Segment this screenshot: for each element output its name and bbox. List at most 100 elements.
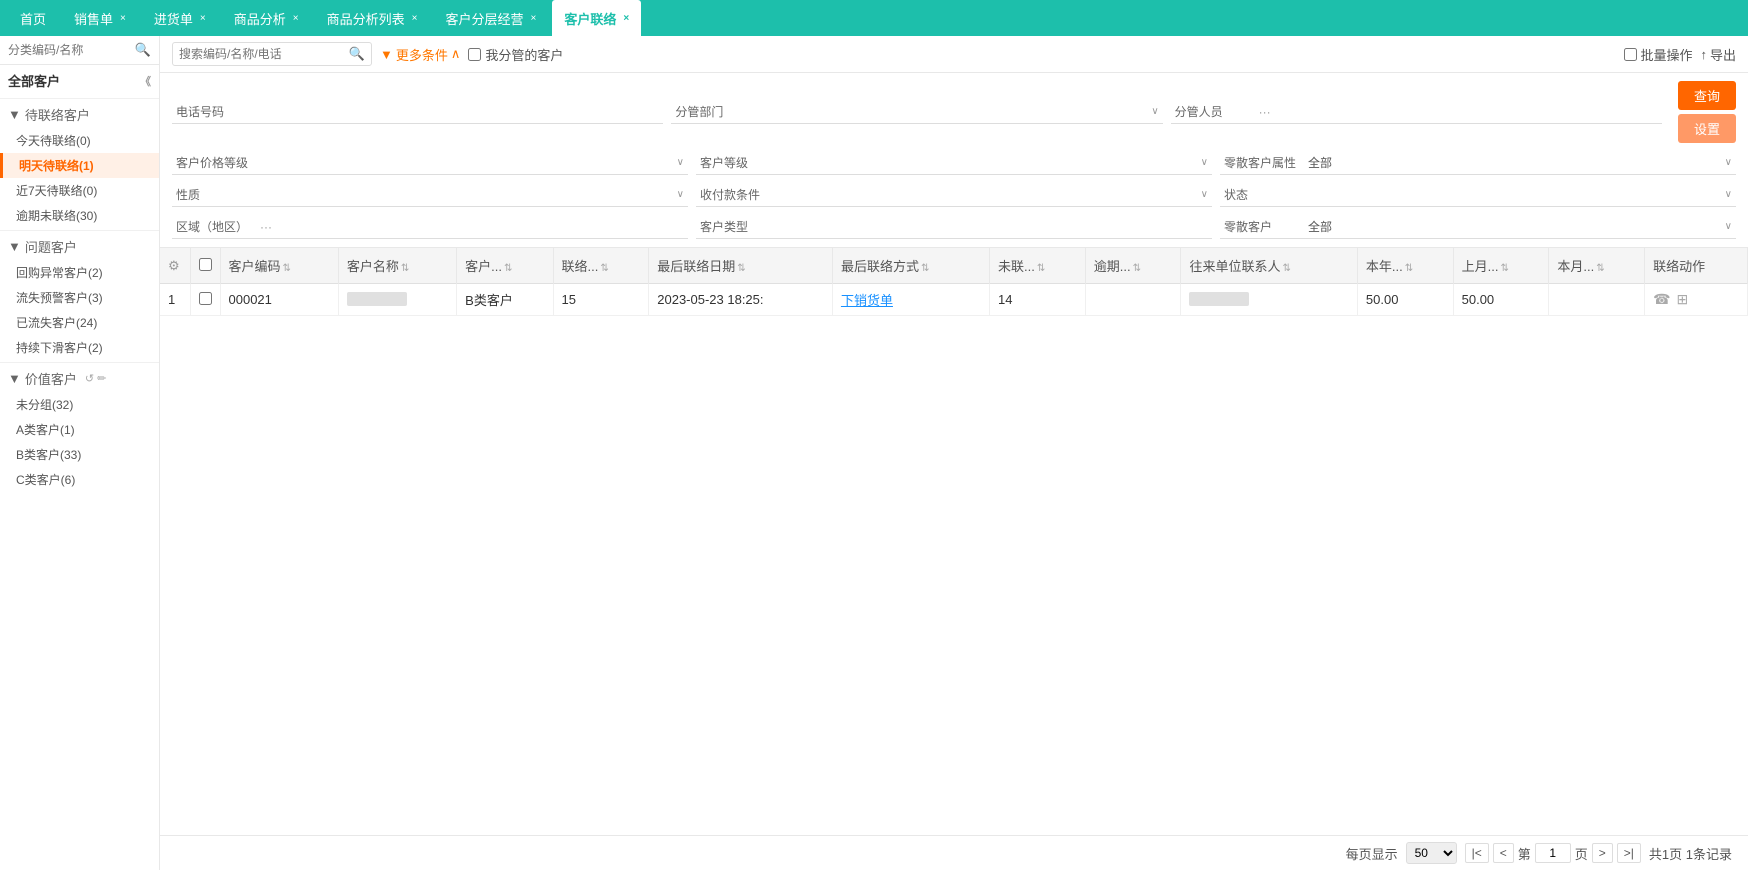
sort-icon[interactable]: ⇅ [600, 263, 608, 274]
table-header-row: ⚙ 客户编码⇅ 客户名称⇅ 客户...⇅ 联络...⇅ 最后联络日期⇅ 最后联络… [160, 248, 1748, 284]
sidebar-item-overdue[interactable]: 逾期未联络(30) [0, 203, 159, 228]
cell-this-month [1549, 284, 1645, 316]
nav-item-customer-tier[interactable]: 客户分层经营 × [433, 0, 548, 36]
sidebar-item-churned[interactable]: 已流失客户(24) [0, 310, 159, 335]
nav-item-purchase[interactable]: 进货单 × [142, 0, 218, 36]
sort-icon[interactable]: ⇅ [737, 263, 745, 274]
group-pending-contact[interactable]: ▼ 待联络客户 [0, 101, 159, 128]
filter-cell-retail-attr: 零散客户属性 全部 ∨ [1220, 151, 1736, 175]
filter-panel: 电话号码 分管部门 ∨ 分管人员 ··· 查询 [160, 73, 1748, 248]
filter-more-btn[interactable]: ▼ 更多条件 ∧ [380, 45, 460, 64]
close-icon[interactable]: × [530, 13, 536, 24]
sort-icon[interactable]: ⇅ [401, 263, 409, 274]
cell-overdue [1085, 284, 1181, 316]
page-input[interactable] [1535, 843, 1571, 863]
sidebar-item-class-a[interactable]: A类客户(1) [0, 417, 159, 442]
cell-last-date: 2023-05-23 18:25: [649, 284, 833, 316]
sidebar-search-wrap: 🔍 [0, 36, 159, 65]
nav-item-sales[interactable]: 销售单 × [62, 0, 138, 36]
sidebar-item-tomorrow[interactable]: 明天待联络(1) [0, 153, 159, 178]
gear-icon[interactable]: ⚙ [168, 258, 180, 273]
all-customers-header[interactable]: 全部客户 《 [0, 65, 159, 96]
filter-cell-manager: 分管人员 ··· [1171, 100, 1662, 124]
chevron-down-icon[interactable]: ∨ [677, 189, 684, 200]
filter-cell-retail-customer: 零散客户 全部 ∨ [1220, 215, 1736, 239]
per-page-select[interactable]: 50 100 200 [1406, 842, 1457, 864]
prev-page-btn[interactable]: < [1493, 843, 1514, 863]
sidebar-item-class-b[interactable]: B类客户(33) [0, 442, 159, 467]
filter-input-phone[interactable] [260, 105, 659, 119]
cell-name [338, 284, 456, 316]
group-problem-customers[interactable]: ▼ 问题客户 [0, 233, 159, 260]
chevron-down-icon[interactable]: ∨ [1151, 106, 1158, 117]
close-icon[interactable]: × [120, 13, 126, 24]
filter-cell-payment: 收付款条件 ∨ [696, 183, 1212, 207]
sort-icon[interactable]: ⇅ [1405, 263, 1413, 274]
sort-icon[interactable]: ⇅ [1133, 263, 1141, 274]
sort-icon[interactable]: ⇅ [504, 263, 512, 274]
row-checkbox[interactable] [199, 292, 212, 305]
close-icon[interactable]: × [293, 13, 299, 24]
first-page-btn[interactable]: |< [1465, 843, 1489, 863]
batch-ops-btn[interactable]: 批量操作 [1624, 45, 1692, 64]
nav-item-product-analysis[interactable]: 商品分析 × [222, 0, 311, 36]
col-unit-contacts: 往来单位联系人⇅ [1181, 248, 1357, 284]
chevron-down-icon[interactable]: ∨ [1201, 157, 1208, 168]
col-checkbox [190, 248, 220, 284]
sidebar-item-churn-warning[interactable]: 流失预警客户(3) [0, 285, 159, 310]
phone-icon[interactable]: ☎ [1653, 291, 1670, 308]
close-icon[interactable]: × [623, 13, 629, 24]
select-all-checkbox[interactable] [199, 258, 212, 271]
nav-item-product-analysis-list[interactable]: 商品分析列表 × [315, 0, 430, 36]
col-overdue: 逾期...⇅ [1085, 248, 1181, 284]
chevron-down-icon[interactable]: ∨ [1725, 221, 1732, 232]
sidebar-item-ungrouped[interactable]: 未分组(32) [0, 392, 159, 417]
main-layout: 🔍 全部客户 《 ▼ 待联络客户 今天待联络(0) 明天待联络(1) 近7天待联… [0, 36, 1748, 870]
per-page-label: 每页显示 [1346, 844, 1398, 863]
more-icon[interactable]: ··· [260, 220, 272, 234]
sidebar-item-today[interactable]: 今天待联络(0) [0, 128, 159, 153]
sort-icon[interactable]: ⇅ [283, 263, 291, 274]
filter-row-2: 客户价格等级 ∨ 客户等级 ∨ 零散客户属性 全部 ∨ [172, 151, 1736, 175]
sidebar-search-input[interactable] [8, 43, 131, 57]
filter-row-3: 性质 ∨ 收付款条件 ∨ 状态 ∨ [172, 183, 1736, 207]
search-input-wrap: 🔍 [172, 42, 372, 66]
chevron-down-icon[interactable]: ∨ [1725, 157, 1732, 168]
grid-icon[interactable]: ⊞ [1677, 291, 1689, 308]
my-customer-checkbox[interactable] [468, 48, 481, 61]
next-page-btn[interactable]: > [1592, 843, 1613, 863]
sort-icon[interactable]: ⇅ [921, 263, 929, 274]
filter-row-4: 区域（地区） ··· 客户类型 零散客户 全部 ∨ [172, 215, 1736, 239]
more-icon[interactable]: ··· [1259, 105, 1271, 119]
sidebar-item-class-c[interactable]: C类客户(6) [0, 467, 159, 492]
export-btn[interactable]: ↑ 导出 [1700, 45, 1736, 64]
filter-cell-nature: 性质 ∨ [172, 183, 688, 207]
group-value-customers[interactable]: ▼ 价值客户 ↺ ✏ [0, 365, 159, 392]
last-method-link[interactable]: 下销货单 [841, 293, 893, 308]
nav-home[interactable]: 首页 [8, 0, 58, 36]
chevron-down-icon[interactable]: ∨ [1725, 189, 1732, 200]
batch-ops-checkbox[interactable] [1624, 48, 1637, 61]
arrow-icon: ▼ [8, 107, 21, 122]
search-icon[interactable]: 🔍 [349, 46, 365, 62]
close-icon[interactable]: × [412, 13, 418, 24]
sort-icon[interactable]: ⇅ [1037, 263, 1045, 274]
last-page-btn[interactable]: >| [1617, 843, 1641, 863]
total-label: 共1页 1条记录 [1649, 844, 1732, 863]
query-button[interactable]: 查询 [1678, 81, 1736, 110]
search-icon[interactable]: 🔍 [135, 42, 151, 58]
footer: 每页显示 50 100 200 |< < 第 页 > >| 共1页 1条记录 [160, 835, 1748, 870]
close-icon[interactable]: × [200, 13, 206, 24]
sidebar-item-declining[interactable]: 持续下滑客户(2) [0, 335, 159, 360]
sort-icon[interactable]: ⇅ [1282, 263, 1290, 274]
search-input[interactable] [179, 47, 345, 61]
sort-icon[interactable]: ⇅ [1596, 263, 1604, 274]
sidebar-item-7days[interactable]: 近7天待联络(0) [0, 178, 159, 203]
chevron-down-icon[interactable]: ∨ [677, 157, 684, 168]
chevron-down-icon[interactable]: ∨ [1201, 189, 1208, 200]
set-button[interactable]: 设置 [1678, 114, 1736, 143]
sort-icon[interactable]: ⇅ [1500, 263, 1508, 274]
nav-item-customer-contact[interactable]: 客户联络 × [552, 0, 641, 36]
sidebar-item-repurchase-abnormal[interactable]: 回购异常客户(2) [0, 260, 159, 285]
col-this-month: 本月...⇅ [1549, 248, 1645, 284]
